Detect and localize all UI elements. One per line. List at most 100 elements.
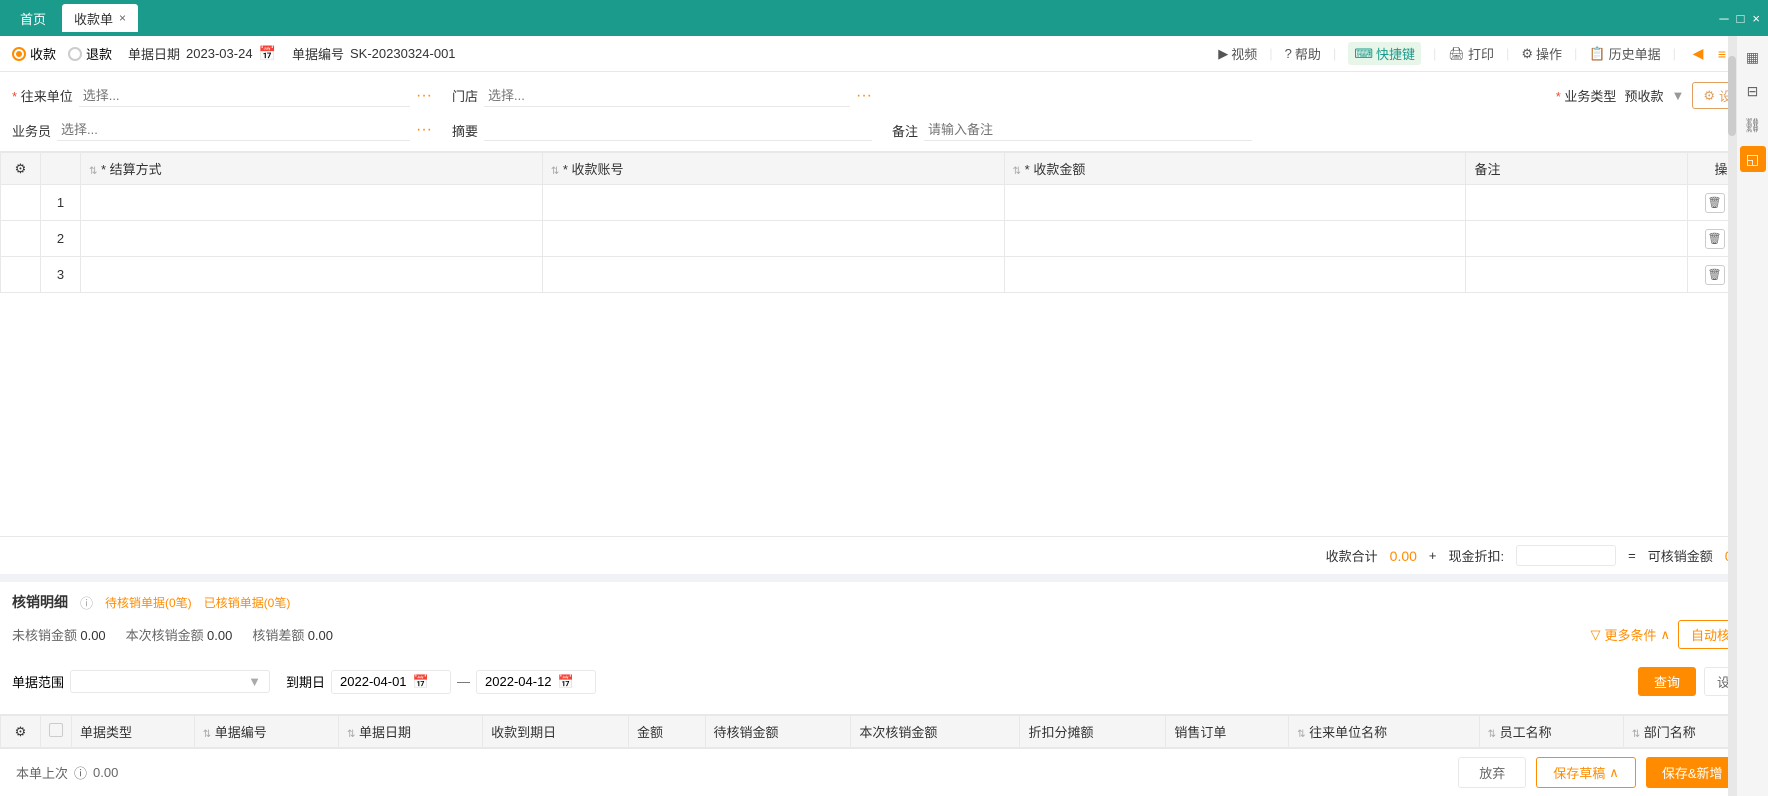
th-account: ⇅ * 收款账号 bbox=[542, 153, 1004, 185]
bth-current: 本次核销金额 bbox=[851, 716, 1020, 748]
receipt-type-radio-group: 收款 退款 bbox=[12, 44, 112, 63]
cell-account-3[interactable] bbox=[542, 257, 1004, 293]
cell-amount-2[interactable] bbox=[1004, 221, 1466, 257]
bth-pending: 待核销金额 bbox=[705, 716, 851, 748]
tab-bar: 首页 收款单 × ─ □ × bbox=[0, 0, 1768, 36]
delete-row-2-icon[interactable]: 🗑 bbox=[1705, 229, 1725, 249]
th-settings[interactable]: ⚙ bbox=[1, 153, 41, 185]
radio-refund[interactable]: 退款 bbox=[68, 44, 112, 63]
discard-button[interactable]: 放弃 bbox=[1458, 757, 1526, 788]
cell-note-2[interactable] bbox=[1466, 221, 1688, 257]
bottom-table-header: ⚙ 单据类型 ⇅ 单据编号 ⇅ 单据日期 收款到期日 金额 待核销 bbox=[1, 716, 1768, 748]
staff-input[interactable] bbox=[57, 119, 410, 141]
help-btn[interactable]: ? 帮助 bbox=[1285, 44, 1321, 63]
more-conditions-btn[interactable]: ▽ 更多条件 ∧ bbox=[1590, 625, 1670, 644]
right-sidebar: ▦ ⊟ ⛓ ◱ bbox=[1736, 36, 1768, 796]
print-btn[interactable]: 🖨 打印 bbox=[1448, 44, 1494, 63]
pending-tab[interactable]: 待核销单据(0笔) bbox=[105, 594, 192, 611]
table-row: 2 🗑 ⧉ bbox=[1, 221, 1768, 257]
staff-more-icon[interactable]: ··· bbox=[416, 121, 432, 139]
print-icon: 🖨 bbox=[1448, 46, 1465, 62]
cell-settlement-1[interactable] bbox=[81, 185, 543, 221]
window-minimize-icon[interactable]: ─ bbox=[1719, 11, 1728, 26]
verif-info-icon[interactable]: ⓘ bbox=[80, 593, 93, 612]
number-label: 单据编号 bbox=[292, 44, 344, 63]
cell-amount-3[interactable] bbox=[1004, 257, 1466, 293]
tab-receipt[interactable]: 收款单 × bbox=[62, 4, 138, 32]
sidebar-icon-list[interactable]: ⊟ bbox=[1740, 78, 1766, 104]
tab-close-icon[interactable]: × bbox=[119, 11, 126, 25]
history-btn[interactable]: 📋 历史单据 bbox=[1589, 44, 1660, 63]
summary-input[interactable] bbox=[484, 119, 872, 141]
table-row: 1 🗑 ⧉ bbox=[1, 185, 1768, 221]
cell-settlement-3[interactable] bbox=[81, 257, 543, 293]
summary-row: 收款合计 0.00 + 现金折扣: = 可核销金额 0.00 bbox=[0, 536, 1768, 574]
radio-receipt-label: 收款 bbox=[30, 44, 56, 63]
bottom-table-container: ⚙ 单据类型 ⇅ 单据编号 ⇅ 单据日期 收款到期日 金额 待核销 bbox=[0, 714, 1768, 748]
doc-range-dropdown-icon: ▼ bbox=[248, 674, 261, 689]
cell-settings-2 bbox=[1, 221, 41, 257]
verif-stats: 未核销金额 0.00 本次核销金额 0.00 核销差额 0.00 ▽ 更多条件 … bbox=[12, 620, 1756, 649]
shortcut-btn[interactable]: ⌨ 快捷键 bbox=[1348, 42, 1421, 65]
discount-input[interactable] bbox=[1516, 545, 1616, 566]
done-tab[interactable]: 已核销单据(0笔) bbox=[204, 594, 291, 611]
delete-row-3-icon[interactable]: 🗑 bbox=[1705, 265, 1725, 285]
footer-info-icon[interactable]: ⓘ bbox=[74, 763, 87, 782]
save-draft-button[interactable]: 保存草稿 ∧ bbox=[1536, 757, 1636, 788]
radio-receipt[interactable]: 收款 bbox=[12, 44, 56, 63]
sidebar-icon-table[interactable]: ▦ bbox=[1740, 44, 1766, 70]
cell-settlement-2[interactable] bbox=[81, 221, 543, 257]
delete-row-1-icon[interactable]: 🗑 bbox=[1705, 193, 1725, 213]
prev-view-btn[interactable]: ◀ bbox=[1688, 44, 1708, 64]
business-type-label: * 业务类型 bbox=[1556, 86, 1617, 105]
receipt-table: ⚙ ⇅ * 结算方式 ⇅ * 收款账号 ⇅ * 收款金额 备注 bbox=[0, 152, 1768, 293]
window-maximize-icon[interactable]: □ bbox=[1737, 11, 1745, 26]
store-input[interactable] bbox=[484, 85, 850, 107]
due-date-field: 到期日 2022-04-01 📅 — 2022-04-12 📅 bbox=[286, 670, 596, 694]
window-close-icon[interactable]: × bbox=[1752, 11, 1760, 26]
note-label: 备注 bbox=[892, 121, 918, 140]
form-row-2: 业务员 ··· 摘要 备注 bbox=[12, 119, 1756, 141]
cell-account-1[interactable] bbox=[542, 185, 1004, 221]
bth-amount: 金额 bbox=[629, 716, 706, 748]
cell-account-2[interactable] bbox=[542, 221, 1004, 257]
sidebar-icon-link[interactable]: ⛓ bbox=[1740, 112, 1766, 138]
partner-more-icon[interactable]: ··· bbox=[416, 87, 432, 105]
receipt-table-container: ⚙ ⇅ * 结算方式 ⇅ * 收款账号 ⇅ * 收款金额 备注 bbox=[0, 152, 1768, 536]
footer: 本单上次 ⓘ 0.00 放弃 保存草稿 ∧ 保存&新增 ∧ bbox=[0, 748, 1768, 796]
cell-note-3[interactable] bbox=[1466, 257, 1688, 293]
select-all-checkbox[interactable] bbox=[49, 723, 63, 737]
query-btn[interactable]: 查询 bbox=[1638, 667, 1696, 696]
note-input[interactable] bbox=[924, 119, 1252, 141]
form-row-1: * 往来单位 ··· 门店 ··· * 业务类型 预收款 ▼ ⚙ bbox=[12, 82, 1756, 109]
toolbar-right: ▶ 视频 | ? 帮助 | ⌨ 快捷键 | 🖨 打印 | ⚙ 操作 bbox=[1218, 42, 1756, 65]
summary-field: 摘要 bbox=[452, 119, 872, 141]
sidebar-icon-expand[interactable]: ◱ bbox=[1740, 146, 1766, 172]
last-bill-value: 0.00 bbox=[93, 765, 118, 780]
save-draft-dropdown-icon[interactable]: ∧ bbox=[1609, 765, 1619, 781]
date-from-value: 2022-04-01 bbox=[340, 674, 407, 689]
number-value[interactable]: SK-20230324-001 bbox=[350, 46, 456, 61]
bth-sales-order: 销售订单 bbox=[1166, 716, 1289, 748]
operate-btn[interactable]: ⚙ 操作 bbox=[1521, 44, 1562, 63]
doc-range-label: 单据范围 bbox=[12, 672, 64, 691]
filter-icon: ▽ bbox=[1590, 627, 1600, 643]
store-label: 门店 bbox=[452, 86, 478, 105]
tab-home[interactable]: 首页 bbox=[8, 4, 58, 32]
business-type-dropdown-icon[interactable]: ▼ bbox=[1671, 88, 1684, 103]
partner-input[interactable] bbox=[79, 85, 410, 107]
cell-note-1[interactable] bbox=[1466, 185, 1688, 221]
calendar-icon[interactable]: 📅 bbox=[259, 45, 276, 62]
doc-range-select[interactable]: ▼ bbox=[70, 670, 270, 693]
cell-settings-3 bbox=[1, 257, 41, 293]
cell-num-3: 3 bbox=[41, 257, 81, 293]
date-to-input[interactable]: 2022-04-12 📅 bbox=[476, 670, 596, 694]
cell-amount-1[interactable] bbox=[1004, 185, 1466, 221]
bth-settings[interactable]: ⚙ bbox=[1, 716, 41, 748]
date-value[interactable]: 2023-03-24 bbox=[186, 46, 253, 61]
operate-icon: ⚙ bbox=[1521, 46, 1533, 62]
store-more-icon[interactable]: ··· bbox=[856, 87, 872, 105]
scroll-thumb[interactable] bbox=[1728, 56, 1736, 136]
video-btn[interactable]: ▶ 视频 bbox=[1218, 44, 1257, 63]
date-from-input[interactable]: 2022-04-01 📅 bbox=[331, 670, 451, 694]
